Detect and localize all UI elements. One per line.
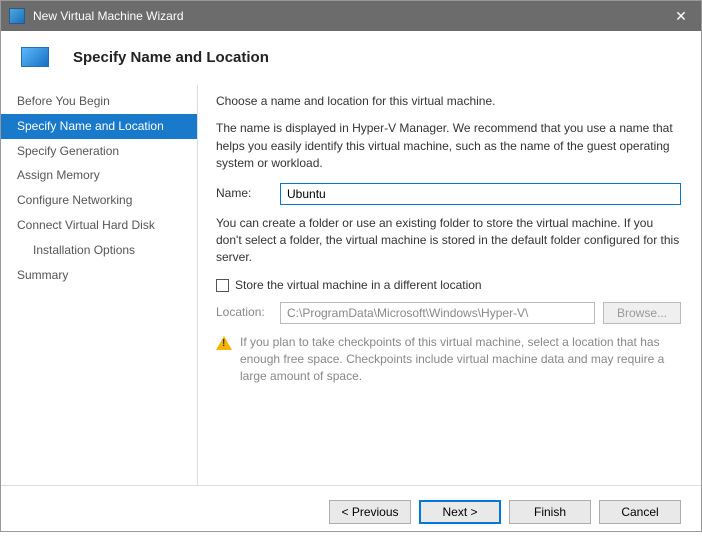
store-checkbox-label: Store the virtual machine in a different… <box>235 277 482 294</box>
step-connect-vhd[interactable]: Connect Virtual Hard Disk <box>1 213 197 238</box>
wizard-footer: < Previous Next > Finish Cancel <box>1 485 701 537</box>
titlebar: New Virtual Machine Wizard ✕ <box>1 1 701 31</box>
cancel-button[interactable]: Cancel <box>599 500 681 524</box>
warning-text: If you plan to take checkpoints of this … <box>240 334 681 384</box>
browse-button: Browse... <box>603 302 681 324</box>
warning-icon <box>216 336 232 350</box>
app-icon <box>9 8 25 24</box>
step-configure-networking[interactable]: Configure Networking <box>1 188 197 213</box>
step-before-you-begin[interactable]: Before You Begin <box>1 89 197 114</box>
step-specify-name-location[interactable]: Specify Name and Location <box>1 114 197 139</box>
name-label: Name: <box>216 185 280 202</box>
close-button[interactable]: ✕ <box>661 1 701 31</box>
wizard-steps: Before You Begin Specify Name and Locati… <box>1 85 197 485</box>
finish-button[interactable]: Finish <box>509 500 591 524</box>
wizard-content: Choose a name and location for this virt… <box>197 85 701 485</box>
location-label: Location: <box>216 304 280 321</box>
store-checkbox[interactable] <box>216 279 229 292</box>
description-text: The name is displayed in Hyper-V Manager… <box>216 120 681 172</box>
previous-button[interactable]: < Previous <box>329 500 411 524</box>
step-specify-generation[interactable]: Specify Generation <box>1 139 197 164</box>
intro-text: Choose a name and location for this virt… <box>216 93 681 110</box>
name-input[interactable] <box>280 183 681 205</box>
wizard-icon <box>21 47 49 67</box>
location-input <box>280 302 595 324</box>
store-different-location-row[interactable]: Store the virtual machine in a different… <box>216 277 681 294</box>
wizard-header: Specify Name and Location <box>1 31 701 85</box>
next-button[interactable]: Next > <box>419 500 501 524</box>
step-assign-memory[interactable]: Assign Memory <box>1 163 197 188</box>
step-installation-options[interactable]: Installation Options <box>1 238 197 263</box>
folder-description: You can create a folder or use an existi… <box>216 215 681 267</box>
warning-block: If you plan to take checkpoints of this … <box>216 334 681 384</box>
page-title: Specify Name and Location <box>73 49 269 66</box>
window-title: New Virtual Machine Wizard <box>33 9 661 23</box>
step-summary[interactable]: Summary <box>1 263 197 288</box>
